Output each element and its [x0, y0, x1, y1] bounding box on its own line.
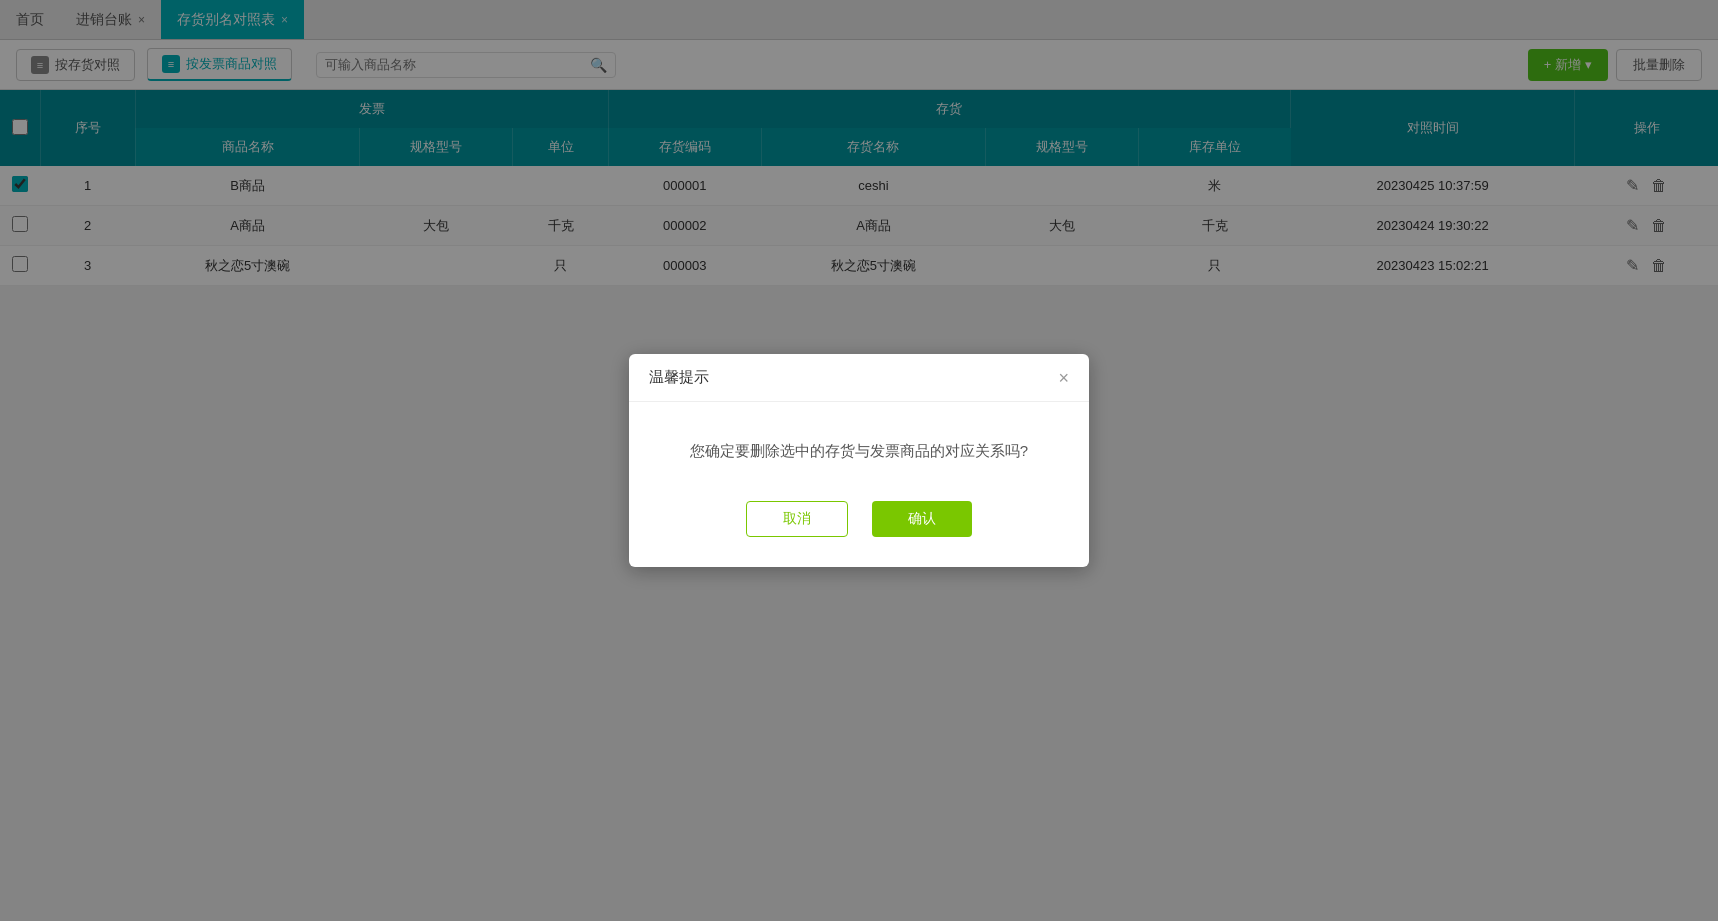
- dialog-overlay: 温馨提示 × 您确定要删除选中的存货与发票商品的对应关系吗? 取消 确认: [0, 0, 1718, 286]
